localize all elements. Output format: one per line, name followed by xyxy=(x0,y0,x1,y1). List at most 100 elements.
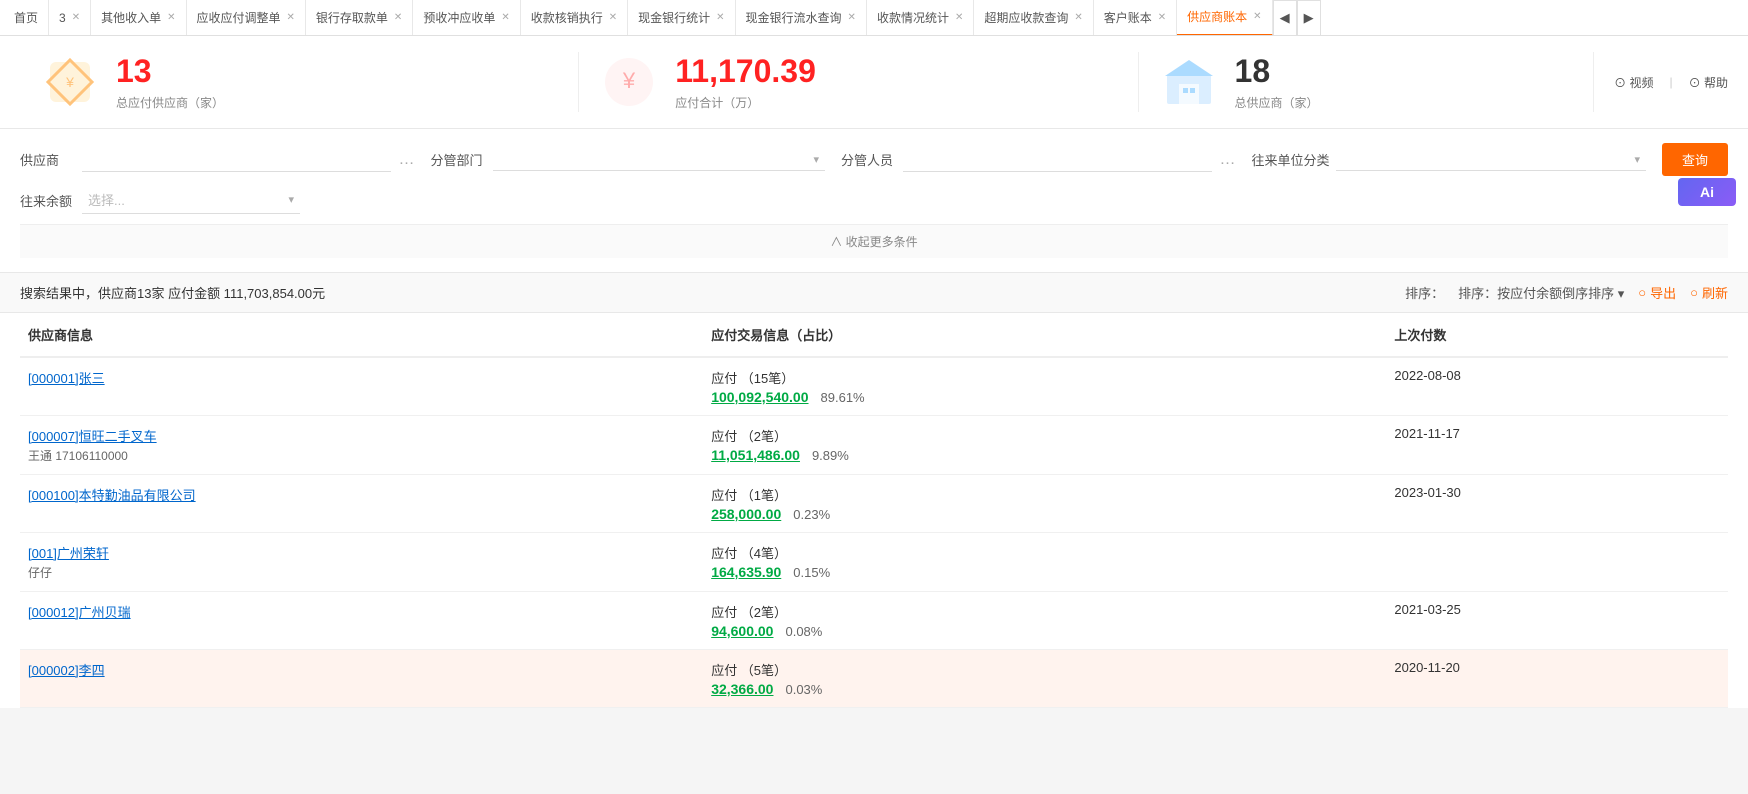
filter-section: 供应商 … 分管部门 ▾ 分管人员 … 往来单位分类 ▾ 查询 往来余额 xyxy=(0,129,1748,273)
balance-label: 往来余额 xyxy=(20,191,76,210)
nav-tab-other-income-close[interactable]: ✕ xyxy=(167,12,175,23)
nav-tab-home[interactable]: 首页 xyxy=(4,0,49,36)
export-icon: ○ xyxy=(1638,285,1646,300)
filter-dept: 分管部门 ▾ xyxy=(431,149,826,171)
table-header: 供应商信息 应付交易信息（占比） 上次付数 xyxy=(20,313,1728,357)
nav-tab-receipt-verify[interactable]: 收款核销执行 ✕ xyxy=(521,0,628,36)
nav-tab-bank-deposit[interactable]: 银行存取款单 ✕ xyxy=(306,0,413,36)
supplier-link[interactable]: [001]广州荣轩 xyxy=(28,546,109,561)
nav-tab-bank-deposit-close[interactable]: ✕ xyxy=(394,12,402,23)
trans-percent: 9.89% xyxy=(812,448,849,463)
nav-tab-supplier-ledger[interactable]: 供应商账本 ✕ xyxy=(1177,0,1272,36)
supplier-link[interactable]: [000012]广州贝瑞 xyxy=(28,605,131,620)
nav-tab-overdue-ar-label: 超期应收款查询 xyxy=(984,9,1068,26)
sort-value[interactable]: 排序：按应付余额倒序排序 ▾ xyxy=(1458,283,1624,302)
nav-tab-overdue-ar[interactable]: 超期应收款查询 ✕ xyxy=(974,0,1093,36)
svg-text:¥: ¥ xyxy=(65,74,74,90)
category-chevron-icon: ▾ xyxy=(1634,153,1640,166)
export-button[interactable]: ○ 导出 xyxy=(1638,283,1676,302)
nav-prev-button[interactable]: ◀ xyxy=(1273,0,1297,36)
refresh-button[interactable]: ○ 刷新 xyxy=(1690,283,1728,302)
last-pay-cell xyxy=(1386,533,1728,592)
nav-tab-other-income[interactable]: 其他收入单 ✕ xyxy=(91,0,186,36)
sort-label: 排序： xyxy=(1405,283,1444,302)
category-select[interactable]: ▾ xyxy=(1336,149,1646,171)
supplier-cell: [001]广州荣轩仔仔 xyxy=(20,533,703,592)
supplier-cell: [000007]恒旺二手叉车王通 17106110000 xyxy=(20,416,703,475)
nav-tab-receipt-stat[interactable]: 收款情况统计 ✕ xyxy=(867,0,974,36)
trans-percent: 0.08% xyxy=(785,624,822,639)
trans-amount[interactable]: 258,000.00 xyxy=(711,506,781,522)
nav-tab-ar-ap-adj-close[interactable]: ✕ xyxy=(287,12,295,23)
trans-cell: 应付 （5笔）32,366.000.03% xyxy=(703,650,1386,708)
table-row: [000002]李四应付 （5笔）32,366.000.03%2020-11-2… xyxy=(20,650,1728,708)
help-link[interactable]: ⊙ 帮助 xyxy=(1689,74,1728,91)
col-header-trans: 应付交易信息（占比） xyxy=(703,313,1386,357)
supplier-link[interactable]: [000007]恒旺二手叉车 xyxy=(28,429,157,444)
last-pay-cell: 2023-01-30 xyxy=(1386,475,1728,533)
trans-cell: 应付 （2笔）11,051,486.009.89% xyxy=(703,416,1386,475)
nav-tab-overdue-ar-close[interactable]: ✕ xyxy=(1074,12,1082,23)
filter-supplier: 供应商 … xyxy=(20,148,415,172)
nav-tab-cash-bank-stat-close[interactable]: ✕ xyxy=(716,12,724,23)
nav-tab-cash-bank-stat-label: 现金银行统计 xyxy=(638,9,710,26)
person-label: 分管人员 xyxy=(841,150,897,169)
supplier-dots-icon[interactable]: … xyxy=(399,151,415,169)
nav-tab-customer-ledger-label: 客户账本 xyxy=(1104,9,1152,26)
balance-select-text: 选择... xyxy=(88,190,288,209)
nav-tab-3-close[interactable]: ✕ xyxy=(72,12,80,23)
result-info: 搜索结果中，供应商13家 应付金额 111,703,854.00元 xyxy=(20,283,325,302)
trans-amount[interactable]: 100,092,540.00 xyxy=(711,389,808,405)
supplier-input[interactable] xyxy=(82,148,391,172)
ap-amount-icon: ¥ xyxy=(599,52,659,112)
supplier-link[interactable]: [000001]张三 xyxy=(28,371,105,386)
nav-tab-customer-ledger-close[interactable]: ✕ xyxy=(1158,12,1166,23)
collapse-bar[interactable]: ∧ 收起更多条件 xyxy=(20,224,1728,258)
stat-ap-suppliers: ¥ 13 总应付供应商（家） xyxy=(20,52,579,112)
nav-tab-3[interactable]: 3 ✕ xyxy=(49,0,91,36)
supplier-link[interactable]: [000100]本特勤油品有限公司 xyxy=(28,488,196,503)
supplier-link[interactable]: [000002]李四 xyxy=(28,663,105,678)
video-link[interactable]: ⊙ 视频 xyxy=(1614,74,1653,91)
refresh-icon: ○ xyxy=(1690,285,1698,300)
trans-amount[interactable]: 32,366.00 xyxy=(711,681,773,697)
ai-badge[interactable]: Ai xyxy=(1678,178,1736,206)
result-summary: 搜索结果中，供应商13家 应付金额 111,703,854.00元 排序： 排序… xyxy=(0,273,1748,313)
nav-tab-supplier-ledger-label: 供应商账本 xyxy=(1187,8,1247,25)
nav-tab-supplier-ledger-close[interactable]: ✕ xyxy=(1253,11,1261,22)
last-pay-date: 2023-01-30 xyxy=(1394,485,1461,500)
ap-suppliers-label: 总应付供应商（家） xyxy=(116,94,224,111)
nav-tab-pre-receive[interactable]: 预收冲应收单 ✕ xyxy=(413,0,520,36)
filter-row-1: 供应商 … 分管部门 ▾ 分管人员 … 往来单位分类 ▾ 查询 xyxy=(20,143,1728,176)
trans-amount[interactable]: 11,051,486.00 xyxy=(711,447,800,463)
person-input[interactable] xyxy=(903,148,1212,172)
nav-tab-cash-bank-flow-close[interactable]: ✕ xyxy=(848,12,856,23)
nav-tab-cash-bank-stat[interactable]: 现金银行统计 ✕ xyxy=(628,0,735,36)
nav-tab-receipt-stat-close[interactable]: ✕ xyxy=(955,12,963,23)
stat-total-suppliers: 18 总供应商（家） xyxy=(1139,52,1595,112)
ap-suppliers-number: 13 xyxy=(116,53,224,90)
col-header-supplier: 供应商信息 xyxy=(20,313,703,357)
trans-amount[interactable]: 164,635.90 xyxy=(711,564,781,580)
person-dots-icon[interactable]: … xyxy=(1220,151,1236,169)
dept-select[interactable]: ▾ xyxy=(493,149,826,171)
supplier-cell: [000002]李四 xyxy=(20,650,703,708)
supplier-sub-info: 王通 17106110000 xyxy=(28,447,695,464)
trans-count: 应付 （15笔） xyxy=(711,368,1378,387)
ap-suppliers-icon: ¥ xyxy=(40,52,100,112)
nav-tab-customer-ledger[interactable]: 客户账本 ✕ xyxy=(1094,0,1177,36)
nav-next-button[interactable]: ▶ xyxy=(1297,0,1321,36)
trans-cell: 应付 （15笔）100,092,540.0089.61% xyxy=(703,357,1386,416)
balance-select[interactable]: 选择... ▾ xyxy=(82,186,300,214)
nav-tab-cash-bank-flow[interactable]: 现金银行流水查询 ✕ xyxy=(736,0,867,36)
trans-amount[interactable]: 94,600.00 xyxy=(711,623,773,639)
nav-tab-ar-ap-adj[interactable]: 应收应付调整单 ✕ xyxy=(187,0,306,36)
last-pay-date: 2021-11-17 xyxy=(1394,426,1460,441)
filter-balance: 往来余额 选择... ▾ xyxy=(20,186,300,214)
total-suppliers-label: 总供应商（家） xyxy=(1235,94,1319,111)
table-row: [000007]恒旺二手叉车王通 17106110000应付 （2笔）11,05… xyxy=(20,416,1728,475)
nav-tab-pre-receive-close[interactable]: ✕ xyxy=(501,12,509,23)
query-button[interactable]: 查询 xyxy=(1662,143,1728,176)
ap-suppliers-content: 13 总应付供应商（家） xyxy=(116,53,224,111)
nav-tab-receipt-verify-close[interactable]: ✕ xyxy=(609,12,617,23)
